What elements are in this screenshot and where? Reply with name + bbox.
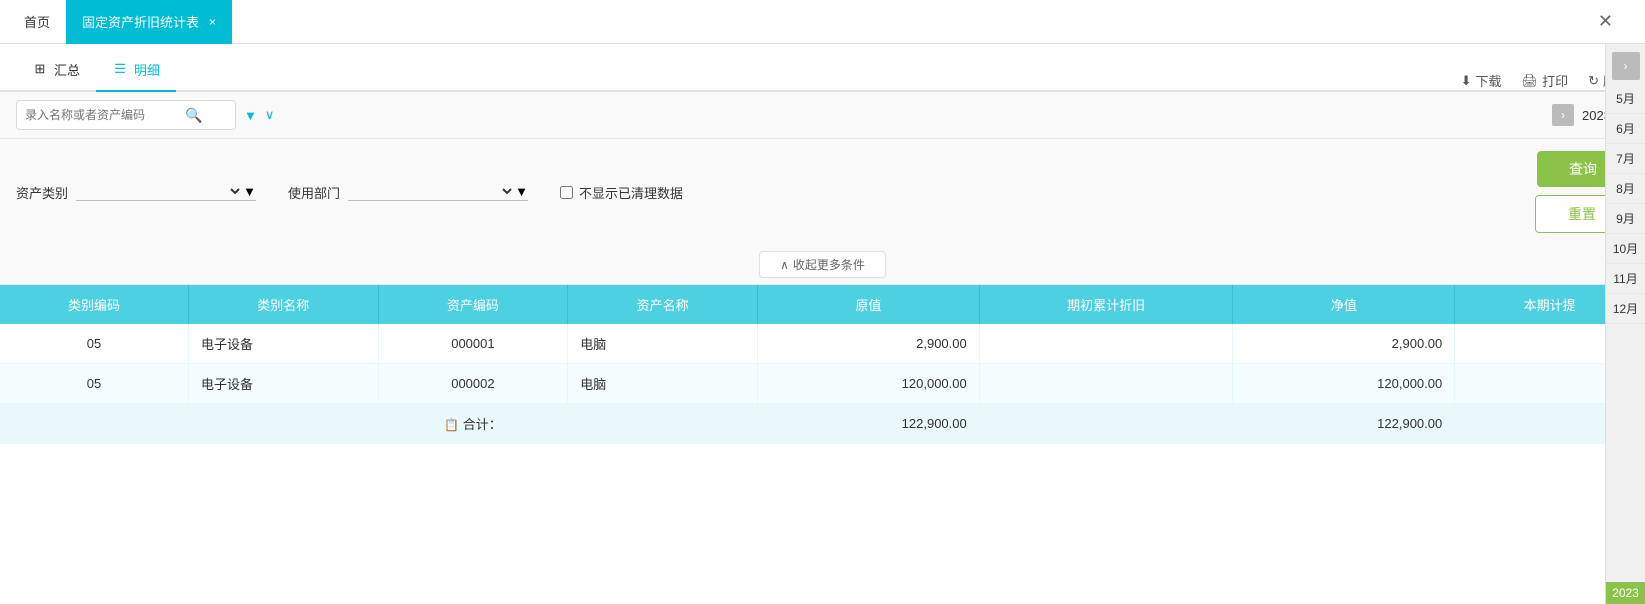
home-tab[interactable]: 首页 — [8, 0, 66, 44]
total-net-value: 122,900.00 — [1233, 404, 1455, 444]
date-prev-arrow[interactable]: › — [1552, 104, 1574, 126]
sidebar-year-badge: 2023 — [1606, 582, 1645, 604]
cell-asset-code: 000001 — [378, 324, 568, 364]
sidebar-month-item[interactable]: 10月 — [1606, 234, 1645, 264]
summary-icon: ⊞ — [32, 61, 48, 77]
main-content: ⊞ 汇总 ☰ 明细 ⬇ 下载 🖨 打印 ↻ 刷新 🔍 — [0, 44, 1645, 604]
cell-net-value: 2,900.00 — [1233, 324, 1455, 364]
no-cleared-data-checkbox[interactable] — [560, 186, 573, 199]
table-row: 05 电子设备 000002 电脑 120,000.00 120,000.00 — [0, 364, 1645, 404]
print-icon: 🖨 — [1522, 73, 1539, 89]
cell-original-value: 120,000.00 — [757, 364, 979, 404]
total-row: 📋 合计： 122,900.00 122,900.00 — [0, 404, 1645, 444]
sub-tabs-actions: ⬇ 下载 🖨 打印 ↻ 刷新 — [1461, 71, 1629, 90]
sub-tabs-bar: ⊞ 汇总 ☰ 明细 ⬇ 下载 🖨 打印 ↻ 刷新 — [0, 44, 1645, 92]
filter-row: 资产类别 ▼ 使用部门 ▼ 不显示已清理数 — [16, 151, 1629, 245]
close-window-button[interactable]: ✕ — [1590, 7, 1621, 36]
department-select[interactable] — [348, 183, 515, 200]
cell-net-value: 120,000.00 — [1233, 364, 1455, 404]
sidebar-month-item[interactable]: 7月 — [1606, 144, 1645, 174]
asset-category-dropdown-icon: ▼ — [243, 184, 256, 199]
total-icon-label: 📋 合计： — [188, 404, 757, 444]
chevron-down-icon: ∨ — [265, 107, 275, 123]
total-original-value: 122,900.00 — [757, 404, 979, 444]
cell-category-name: 电子设备 — [188, 364, 378, 404]
col-header-asset-code: 资产编码 — [378, 285, 568, 324]
cell-category-name: 电子设备 — [188, 324, 378, 364]
search-icon[interactable]: 🔍 — [185, 107, 202, 124]
no-cleared-data-label: 不显示已清理数据 — [579, 183, 683, 202]
tab-summary[interactable]: ⊞ 汇总 — [16, 48, 96, 92]
col-header-accum-dep: 期初累计折旧 — [979, 285, 1233, 324]
filter-icon: ▼ — [244, 108, 257, 123]
department-dropdown-icon: ▼ — [515, 184, 528, 199]
asset-category-select[interactable] — [76, 183, 243, 200]
tab-summary-label: 汇总 — [54, 60, 80, 79]
asset-category-label: 资产类别 — [16, 183, 68, 202]
collapse-bar: ∧ 收起更多条件 — [16, 245, 1629, 284]
cell-asset-name: 电脑 — [568, 364, 758, 404]
sidebar-month-item[interactable]: 5月 — [1606, 84, 1645, 114]
more-conditions-button[interactable]: ▼ ∨ — [244, 107, 274, 123]
right-sidebar: › 5月6月7月8月9月10月11月12月 2023 — [1605, 44, 1645, 604]
asset-category-select-wrap: ▼ — [76, 183, 256, 201]
top-nav-right: ✕ — [1590, 7, 1645, 36]
sidebar-month-item[interactable]: 8月 — [1606, 174, 1645, 204]
filter-asset-category: 资产类别 ▼ — [16, 183, 256, 202]
tab-detail-label: 明细 — [134, 60, 160, 79]
active-tab[interactable]: 固定资产折旧统计表 × — [66, 0, 232, 44]
search-bar: 🔍 ▼ ∨ › 2023.01 — [0, 92, 1645, 139]
search-input-wrap: 🔍 — [16, 100, 236, 130]
total-label-cell — [0, 404, 188, 444]
col-header-category-name: 类别名称 — [188, 285, 378, 324]
table-header-row: 类别编码 类别名称 资产编码 资产名称 原值 期初累计折旧 净值 本期计提 — [0, 285, 1645, 324]
col-header-original-value: 原值 — [757, 285, 979, 324]
sidebar-month-item[interactable]: 11月 — [1606, 264, 1645, 294]
collapse-icon: ∧ — [780, 258, 789, 272]
col-header-net-value: 净值 — [1233, 285, 1455, 324]
cell-original-value: 2,900.00 — [757, 324, 979, 364]
tab-detail[interactable]: ☰ 明细 — [96, 48, 176, 92]
collapse-button[interactable]: ∧ 收起更多条件 — [759, 251, 886, 278]
data-table-wrap: 类别编码 类别名称 资产编码 资产名称 原值 期初累计折旧 净值 本期计提 05… — [0, 285, 1645, 604]
download-icon: ⬇ — [1461, 73, 1472, 89]
refresh-icon: ↻ — [1588, 73, 1599, 89]
download-button[interactable]: ⬇ 下载 — [1461, 71, 1502, 90]
table-row: 05 电子设备 000001 电脑 2,900.00 2,900.00 — [0, 324, 1645, 364]
close-tab-button[interactable]: × — [209, 15, 216, 29]
cell-accum-dep — [979, 324, 1233, 364]
cell-accum-dep — [979, 364, 1233, 404]
department-label: 使用部门 — [288, 183, 340, 202]
sidebar-month-item[interactable]: 6月 — [1606, 114, 1645, 144]
download-label: 下载 — [1476, 71, 1502, 90]
sidebar-collapse-arrow[interactable]: › — [1612, 52, 1640, 80]
col-header-category-code: 类别编码 — [0, 285, 188, 324]
filter-expand-area: 资产类别 ▼ 使用部门 ▼ 不显示已清理数 — [0, 139, 1645, 285]
cell-asset-code: 000002 — [378, 364, 568, 404]
search-input[interactable] — [25, 108, 185, 122]
no-cleared-data-checkbox-wrap: 不显示已清理数据 — [560, 183, 683, 202]
print-label: 打印 — [1542, 71, 1568, 90]
department-select-wrap: ▼ — [348, 183, 528, 201]
total-accum-dep — [979, 404, 1233, 444]
sidebar-month-item[interactable]: 12月 — [1606, 294, 1645, 324]
col-header-asset-name: 资产名称 — [568, 285, 758, 324]
sidebar-month-item[interactable]: 9月 — [1606, 204, 1645, 234]
collapse-label: 收起更多条件 — [793, 256, 865, 273]
filter-department: 使用部门 ▼ — [288, 183, 528, 202]
data-table: 类别编码 类别名称 资产编码 资产名称 原值 期初累计折旧 净值 本期计提 05… — [0, 285, 1645, 444]
cell-category-code: 05 — [0, 364, 188, 404]
sidebar-months: 5月6月7月8月9月10月11月12月 — [1606, 84, 1645, 324]
cell-category-code: 05 — [0, 324, 188, 364]
top-navigation: 首页 固定资产折旧统计表 × ✕ — [0, 0, 1645, 44]
active-tab-label: 固定资产折旧统计表 — [82, 12, 199, 31]
detail-icon: ☰ — [112, 61, 128, 77]
print-button[interactable]: 🖨 打印 — [1522, 71, 1569, 90]
cell-asset-name: 电脑 — [568, 324, 758, 364]
